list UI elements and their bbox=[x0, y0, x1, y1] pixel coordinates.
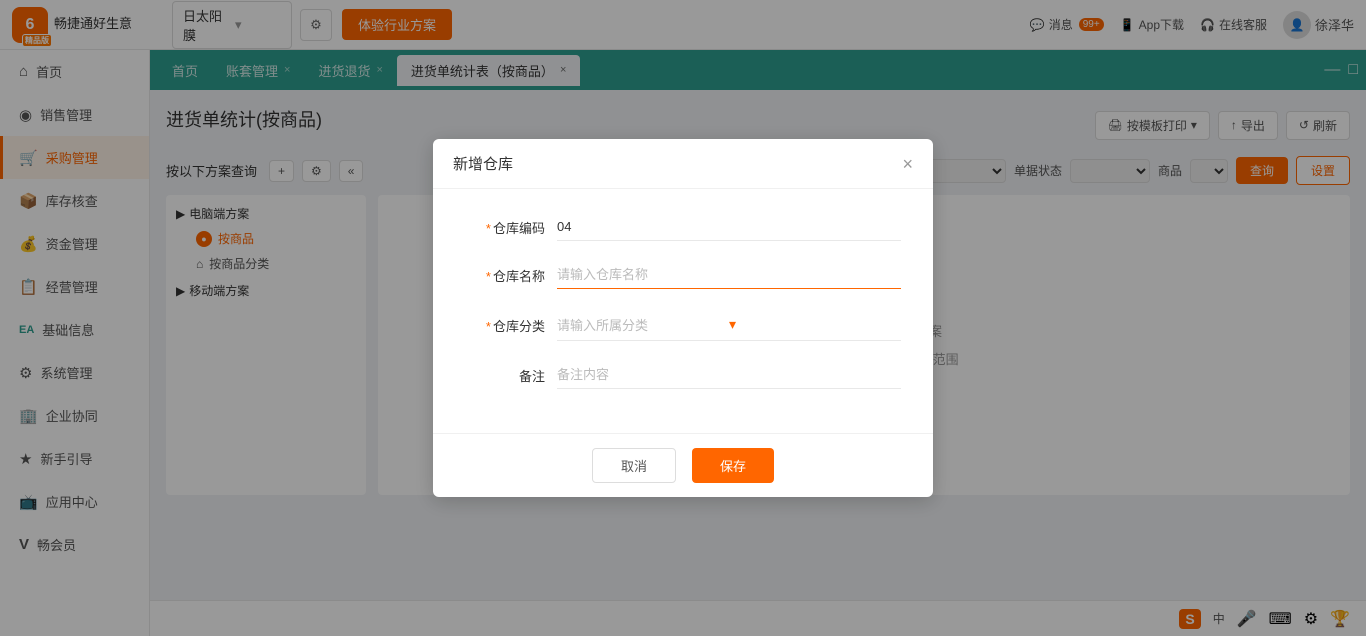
form-row-name: *仓库名称 bbox=[465, 261, 901, 289]
warehouse-note-input[interactable] bbox=[557, 361, 901, 389]
form-row-code: *仓库编码 bbox=[465, 213, 901, 241]
dialog-footer: 取消 保存 bbox=[433, 433, 933, 497]
dialog-header: 新增仓库 × bbox=[433, 139, 933, 189]
name-label: *仓库名称 bbox=[465, 266, 545, 285]
save-button[interactable]: 保存 bbox=[692, 448, 774, 483]
modal-overlay: 新增仓库 × *仓库编码 *仓库名称 *仓库分类 bbox=[0, 0, 1366, 636]
dialog-body: *仓库编码 *仓库名称 *仓库分类 请输入所属分类 ▾ bbox=[433, 189, 933, 433]
warehouse-category-select[interactable]: 请输入所属分类 ▾ bbox=[557, 309, 901, 341]
note-label: 备注 bbox=[465, 366, 545, 385]
code-label: *仓库编码 bbox=[465, 218, 545, 237]
form-row-category: *仓库分类 请输入所属分类 ▾ bbox=[465, 309, 901, 341]
category-label: *仓库分类 bbox=[465, 316, 545, 335]
category-dropdown-arrow: ▾ bbox=[729, 316, 901, 333]
dialog-title: 新增仓库 bbox=[453, 153, 513, 174]
cancel-button[interactable]: 取消 bbox=[592, 448, 676, 483]
warehouse-name-input[interactable] bbox=[557, 261, 901, 289]
add-warehouse-dialog: 新增仓库 × *仓库编码 *仓库名称 *仓库分类 bbox=[433, 139, 933, 497]
category-placeholder: 请输入所属分类 bbox=[557, 315, 729, 334]
form-row-note: 备注 bbox=[465, 361, 901, 389]
dialog-close-button[interactable]: × bbox=[902, 155, 913, 173]
warehouse-code-input[interactable] bbox=[557, 213, 901, 241]
